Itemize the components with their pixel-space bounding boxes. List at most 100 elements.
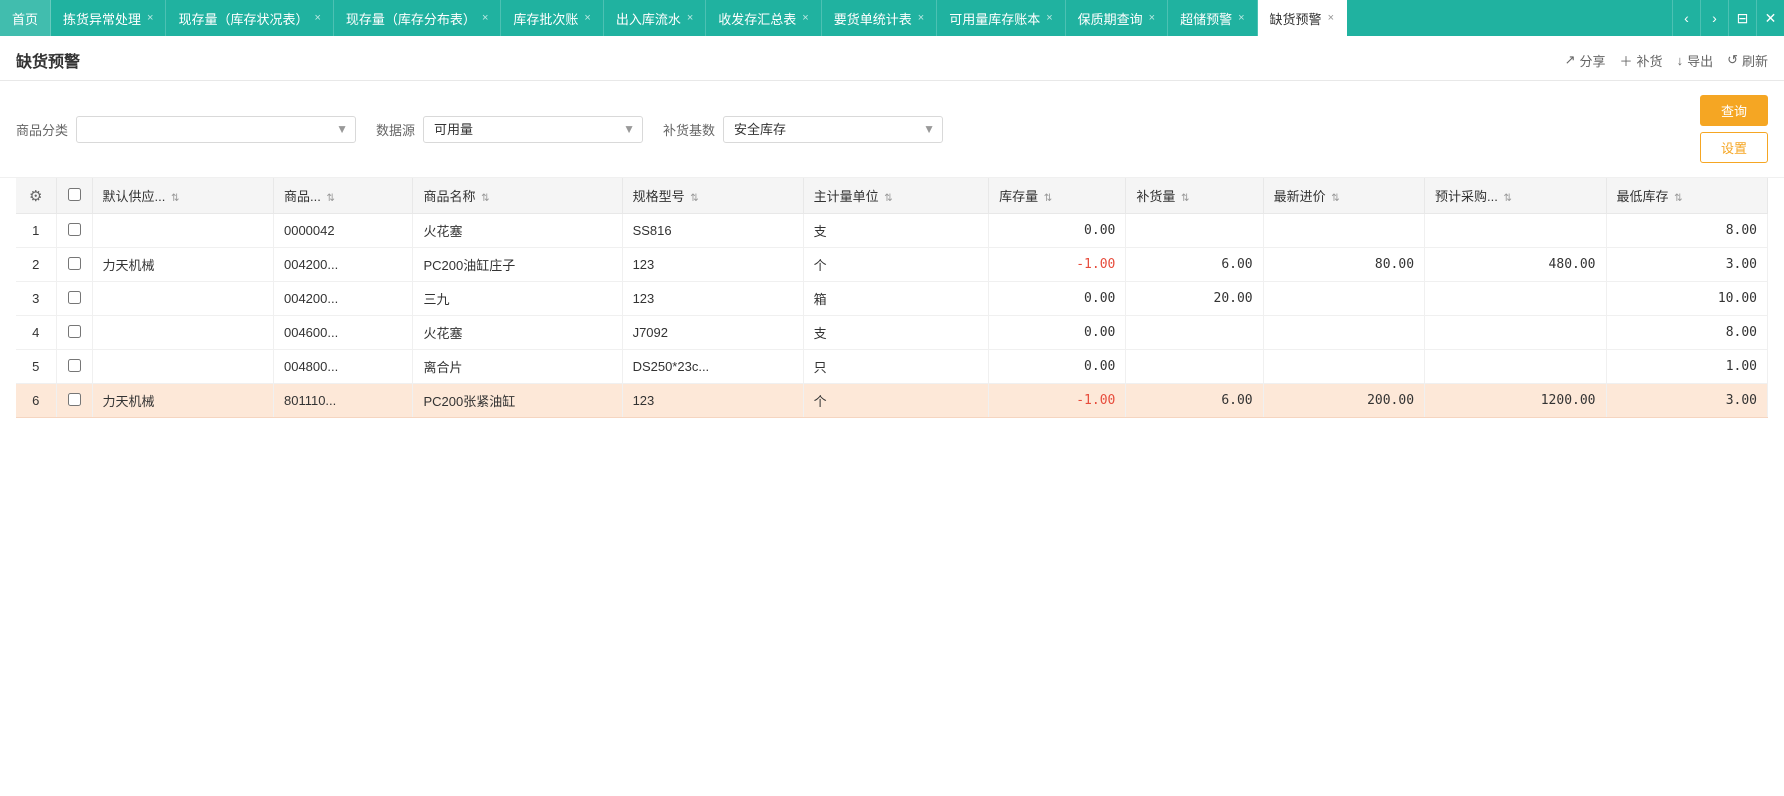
td-latest-price: 80.00 [1263, 248, 1424, 282]
td-product-code: 004600... [273, 316, 412, 350]
close-tab-recv-summary[interactable]: × [802, 12, 808, 24]
th-latest-price[interactable]: 最新进价 ⇅ [1263, 178, 1424, 214]
td-checkbox[interactable] [56, 282, 92, 316]
td-product-code: 801110... [273, 384, 412, 418]
settings-button[interactable]: 设置 [1700, 132, 1768, 163]
td-checkbox[interactable] [56, 214, 92, 248]
tab-order-stats[interactable]: 要货单统计表 × [822, 0, 937, 36]
td-stock: 0.00 [989, 316, 1126, 350]
table-row: 1 0000042 火花塞 SS816 支 0.00 8.00 [16, 214, 1768, 248]
table-container: ⚙ 默认供应... ⇅ 商品... ⇅ 商品名称 ⇅ [0, 178, 1784, 434]
tab-expiry-query[interactable]: 保质期查询 × [1066, 0, 1168, 36]
export-button[interactable]: ↓ 导出 [1677, 51, 1714, 70]
close-tab-shortage[interactable]: × [1328, 12, 1334, 24]
select-all-checkbox[interactable] [68, 188, 81, 201]
row-checkbox-1[interactable] [68, 257, 81, 270]
td-row-num: 6 [16, 384, 56, 418]
datasource-select[interactable]: 可用量 库存量 [423, 116, 643, 143]
row-checkbox-5[interactable] [68, 393, 81, 406]
td-est-purchase [1425, 282, 1606, 316]
th-product-code[interactable]: 商品... ⇅ [273, 178, 412, 214]
refresh-button[interactable]: ↺ 刷新 [1727, 51, 1768, 70]
td-product-code: 004200... [273, 282, 412, 316]
close-tab-order-stats[interactable]: × [918, 12, 924, 24]
td-product-code: 004800... [273, 350, 412, 384]
category-select-wrapper: ▼ [76, 116, 356, 143]
close-tab-inventory-dist[interactable]: × [482, 12, 488, 24]
query-button[interactable]: 查询 [1700, 95, 1768, 126]
td-supplier: 力天机械 [92, 248, 273, 282]
close-tab-expiry-query[interactable]: × [1149, 12, 1155, 24]
td-row-num: 3 [16, 282, 56, 316]
th-stock[interactable]: 库存量 ⇅ [989, 178, 1126, 214]
close-tab-in-out-flow[interactable]: × [687, 12, 693, 24]
export-icon: ↓ [1677, 53, 1684, 68]
th-product-name[interactable]: 商品名称 ⇅ [413, 178, 622, 214]
tab-restore[interactable]: ⊟ [1728, 0, 1756, 36]
table-header-row: ⚙ 默认供应... ⇅ 商品... ⇅ 商品名称 ⇅ [16, 178, 1768, 214]
row-checkbox-4[interactable] [68, 359, 81, 372]
td-stock: 0.00 [989, 214, 1126, 248]
th-est-purchase[interactable]: 预计采购... ⇅ [1425, 178, 1606, 214]
row-checkbox-2[interactable] [68, 291, 81, 304]
td-stock: 0.00 [989, 282, 1126, 316]
tab-scroll-prev[interactable]: ‹ [1672, 0, 1700, 36]
td-unit: 个 [803, 384, 989, 418]
data-table: ⚙ 默认供应... ⇅ 商品... ⇅ 商品名称 ⇅ [16, 178, 1768, 418]
td-latest-price [1263, 282, 1424, 316]
close-tab-avail-ledger[interactable]: × [1046, 12, 1052, 24]
product-name-sort-icon: ⇅ [481, 193, 489, 204]
replenish-base-select[interactable]: 安全库存 最低库存 [723, 116, 943, 143]
td-latest-price: 200.00 [1263, 384, 1424, 418]
td-checkbox[interactable] [56, 248, 92, 282]
tab-batch-account[interactable]: 库存批次账 × [501, 0, 603, 36]
th-unit[interactable]: 主计量单位 ⇅ [803, 178, 989, 214]
td-row-num: 5 [16, 350, 56, 384]
replenish-base-select-wrapper: 安全库存 最低库存 ▼ [723, 116, 943, 143]
td-est-purchase: 1200.00 [1425, 384, 1606, 418]
td-checkbox[interactable] [56, 316, 92, 350]
th-min-stock[interactable]: 最低库存 ⇅ [1606, 178, 1767, 214]
share-icon: ↗ [1565, 52, 1576, 68]
td-supplier [92, 316, 273, 350]
th-settings[interactable]: ⚙ [16, 178, 56, 214]
tab-close-all[interactable]: ✕ [1756, 0, 1784, 36]
share-button[interactable]: ↗ 分享 [1565, 51, 1606, 70]
tab-recv-summary[interactable]: 收发存汇总表 × [706, 0, 821, 36]
close-tab-defect-handle[interactable]: × [147, 12, 153, 24]
close-tab-batch-account[interactable]: × [584, 12, 590, 24]
datasource-filter-group: 数据源 可用量 库存量 ▼ [376, 116, 643, 143]
th-replenish-qty[interactable]: 补货量 ⇅ [1126, 178, 1263, 214]
td-spec: 123 [622, 282, 803, 316]
tab-overstock[interactable]: 超储预警 × [1168, 0, 1257, 36]
header-actions: ↗ 分享 ＋ 补货 ↓ 导出 ↺ 刷新 [1565, 51, 1768, 70]
th-spec[interactable]: 规格型号 ⇅ [622, 178, 803, 214]
tab-in-out-flow[interactable]: 出入库流水 × [604, 0, 706, 36]
tab-avail-ledger[interactable]: 可用量库存账本 × [937, 0, 1065, 36]
close-tab-inventory-status[interactable]: × [314, 12, 320, 24]
td-replenish-qty: 6.00 [1126, 248, 1263, 282]
td-checkbox[interactable] [56, 350, 92, 384]
row-checkbox-0[interactable] [68, 223, 81, 236]
close-tab-overstock[interactable]: × [1238, 12, 1244, 24]
td-est-purchase [1425, 214, 1606, 248]
td-est-purchase [1425, 350, 1606, 384]
tab-bar: 首页 拣货异常处理 × 现存量（库存状况表） × 现存量（库存分布表） × 库存… [0, 0, 1784, 36]
td-unit: 箱 [803, 282, 989, 316]
row-checkbox-3[interactable] [68, 325, 81, 338]
replenish-button[interactable]: ＋ 补货 [1620, 51, 1663, 70]
tab-home[interactable]: 首页 [0, 0, 51, 36]
td-est-purchase [1425, 316, 1606, 350]
td-product-name: 火花塞 [413, 316, 622, 350]
tab-defect-handle[interactable]: 拣货异常处理 × [51, 0, 166, 36]
th-supplier[interactable]: 默认供应... ⇅ [92, 178, 273, 214]
category-select[interactable] [76, 116, 356, 143]
spec-sort-icon: ⇅ [690, 193, 698, 204]
tab-scroll-next[interactable]: › [1700, 0, 1728, 36]
tab-nav-buttons: ‹ › ⊟ ✕ [1672, 0, 1784, 36]
table-settings-icon[interactable]: ⚙ [29, 188, 42, 205]
tab-inventory-status[interactable]: 现存量（库存状况表） × [166, 0, 333, 36]
tab-shortage[interactable]: 缺货预警 × [1258, 0, 1347, 36]
td-checkbox[interactable] [56, 384, 92, 418]
tab-inventory-dist[interactable]: 现存量（库存分布表） × [334, 0, 501, 36]
